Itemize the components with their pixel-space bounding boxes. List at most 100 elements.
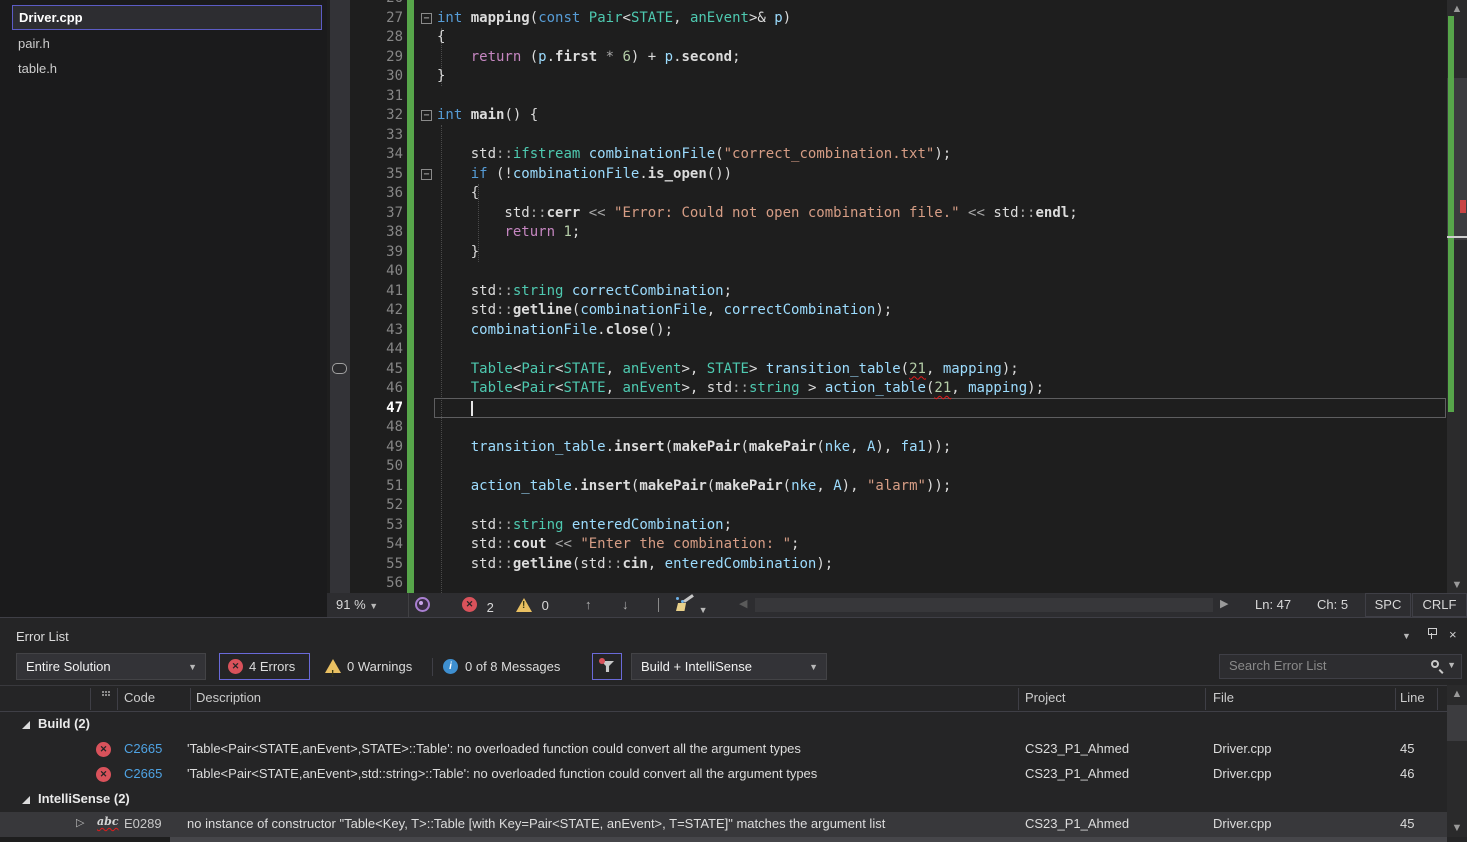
fold-collapse-button[interactable]: −: [421, 110, 432, 121]
scroll-down-icon[interactable]: ▼: [1447, 821, 1467, 835]
file-item-driver-cpp[interactable]: Driver.cpp: [12, 5, 322, 30]
row-expand-chevron-icon[interactable]: ▷: [76, 816, 84, 829]
document-health-icon[interactable]: [415, 597, 430, 615]
scrollbar-thumb[interactable]: [1447, 705, 1467, 741]
line-number[interactable]: 29: [355, 48, 403, 68]
warnings-toggle-button[interactable]: 0 Warnings: [318, 653, 424, 688]
line-number[interactable]: 44: [355, 340, 403, 360]
column-header-project[interactable]: Project: [1025, 690, 1065, 705]
line-number[interactable]: 35: [355, 165, 403, 185]
previous-issue-button[interactable]: ↑: [585, 597, 592, 612]
code-line[interactable]: [421, 87, 1078, 107]
group-expander-icon[interactable]: [22, 721, 30, 729]
scope-filter-dropdown[interactable]: Entire Solution ▼: [16, 653, 206, 680]
code-line[interactable]: [421, 399, 1078, 419]
group-expander-icon[interactable]: [22, 796, 30, 804]
code-line[interactable]: − int main() {: [421, 106, 1078, 126]
errors-toggle-button[interactable]: 4 Errors: [219, 653, 310, 680]
code-line[interactable]: [421, 340, 1078, 360]
column-header-file[interactable]: File: [1213, 690, 1234, 705]
source-filter-dropdown[interactable]: Build + IntelliSense ▼: [631, 653, 827, 680]
error-row[interactable]: C2665 'Table<Pair<STATE,anEvent>,std::str…: [0, 762, 1447, 787]
line-number[interactable]: 53: [355, 516, 403, 536]
editor-vertical-scrollbar[interactable]: ▲ ▼: [1447, 0, 1467, 593]
code-line[interactable]: [421, 496, 1078, 516]
error-group-row[interactable]: IntelliSense (2): [0, 787, 1447, 812]
line-number[interactable]: 36: [355, 184, 403, 204]
breakpoint-gutter[interactable]: [330, 0, 350, 593]
error-list-vscrollbar[interactable]: ▲ ▼: [1447, 685, 1467, 837]
scroll-up-icon[interactable]: ▲: [1447, 687, 1467, 701]
line-number[interactable]: 42: [355, 301, 403, 321]
code-line[interactable]: }: [421, 67, 1078, 87]
line-number[interactable]: 49: [355, 438, 403, 458]
fold-collapse-button[interactable]: −: [421, 12, 432, 24]
code-line[interactable]: [421, 126, 1078, 146]
code-cleanup-button[interactable]: ▼: [675, 594, 708, 616]
line-number[interactable]: 47: [355, 399, 403, 419]
code-line[interactable]: return 1;: [421, 223, 1078, 243]
code-line[interactable]: }: [421, 243, 1078, 263]
line-number[interactable]: 38: [355, 223, 403, 243]
line-number[interactable]: 46: [355, 379, 403, 399]
line-number[interactable]: 41: [355, 282, 403, 302]
code-line[interactable]: combinationFile.close();: [421, 321, 1078, 341]
code-line[interactable]: − if (!combinationFile.is_open()): [421, 165, 1078, 185]
code-editor[interactable]: 2627282930313233343536373839404142434445…: [327, 0, 1447, 593]
code-line[interactable]: [421, 574, 1078, 593]
code-text-area[interactable]: − int mapping(const Pair<STATE, anEvent>&…: [421, 0, 1078, 593]
next-issue-button[interactable]: ↓: [622, 597, 629, 612]
search-error-list-input[interactable]: Search Error List ▼: [1219, 654, 1462, 679]
code-line[interactable]: Table<Pair<STATE, anEvent>, std::string …: [421, 379, 1078, 399]
hscroll-right-icon[interactable]: ▶: [1220, 597, 1228, 610]
error-group-row[interactable]: Build (2): [0, 712, 1447, 737]
scrollbar-thumb[interactable]: [170, 837, 1447, 842]
column-header-code[interactable]: Code: [124, 690, 155, 705]
file-item-table-h[interactable]: table.h: [18, 61, 57, 76]
line-number[interactable]: 31: [355, 87, 403, 107]
line-number[interactable]: 39: [355, 243, 403, 263]
error-list-hscrollbar[interactable]: [0, 837, 1447, 842]
panel-menu-chevron-icon[interactable]: ▼: [1402, 627, 1411, 642]
code-line[interactable]: std::string correctCombination;: [421, 282, 1078, 302]
code-line[interactable]: std::cerr << "Error: Could not open comb…: [421, 204, 1077, 224]
zoom-level-select[interactable]: 91 % ▼: [336, 597, 378, 612]
pin-icon[interactable]: [1427, 627, 1437, 643]
hscrollbar-thumb[interactable]: [755, 598, 1213, 612]
code-line[interactable]: std::cout << "Enter the combination: ";: [421, 535, 1078, 555]
code-line[interactable]: return (p.first * 6) + p.second;: [421, 48, 1078, 68]
whitespace-mode-button[interactable]: SPC: [1365, 593, 1411, 617]
line-number[interactable]: 43: [355, 321, 403, 341]
code-line[interactable]: std::getline(std::cin, enteredCombinatio…: [421, 555, 1078, 575]
close-icon[interactable]: ×: [1449, 627, 1457, 642]
search-icon[interactable]: [1431, 660, 1439, 668]
line-number[interactable]: 55: [355, 555, 403, 575]
messages-toggle-button[interactable]: i 0 of 8 Messages: [436, 653, 586, 680]
code-line[interactable]: std::getline(combinationFile, correctCom…: [421, 301, 1078, 321]
code-line[interactable]: [421, 262, 1078, 282]
code-line[interactable]: {: [421, 28, 1078, 48]
line-number[interactable]: 48: [355, 418, 403, 438]
line-number[interactable]: 26: [355, 0, 403, 9]
line-number[interactable]: 52: [355, 496, 403, 516]
line-number[interactable]: 32: [355, 106, 403, 126]
file-item-pair-h[interactable]: pair.h: [18, 36, 50, 51]
code-line[interactable]: transition_table.insert(makePair(makePai…: [421, 438, 1078, 458]
code-line[interactable]: [421, 0, 1078, 9]
severity-column-icon[interactable]: [102, 691, 104, 693]
code-line[interactable]: std::string enteredCombination;: [421, 516, 1078, 536]
line-number[interactable]: 33: [355, 126, 403, 146]
column-header-description[interactable]: Description: [196, 690, 261, 705]
hscroll-left-icon[interactable]: ◀: [739, 597, 747, 610]
code-line[interactable]: [421, 457, 1078, 477]
line-ending-button[interactable]: CRLF: [1412, 593, 1467, 617]
filter-toggle-button[interactable]: [592, 653, 622, 680]
chevron-down-icon[interactable]: ▼: [1447, 660, 1456, 670]
line-number[interactable]: 37: [355, 204, 403, 224]
code-line[interactable]: std::ifstream combinationFile("correct_c…: [421, 145, 1078, 165]
column-header-line[interactable]: Line: [1400, 690, 1425, 705]
scroll-down-icon[interactable]: ▼: [1447, 578, 1467, 592]
line-number[interactable]: 34: [355, 145, 403, 165]
code-line[interactable]: − int mapping(const Pair<STATE, anEvent>&…: [421, 9, 1078, 29]
line-number[interactable]: 40: [355, 262, 403, 282]
